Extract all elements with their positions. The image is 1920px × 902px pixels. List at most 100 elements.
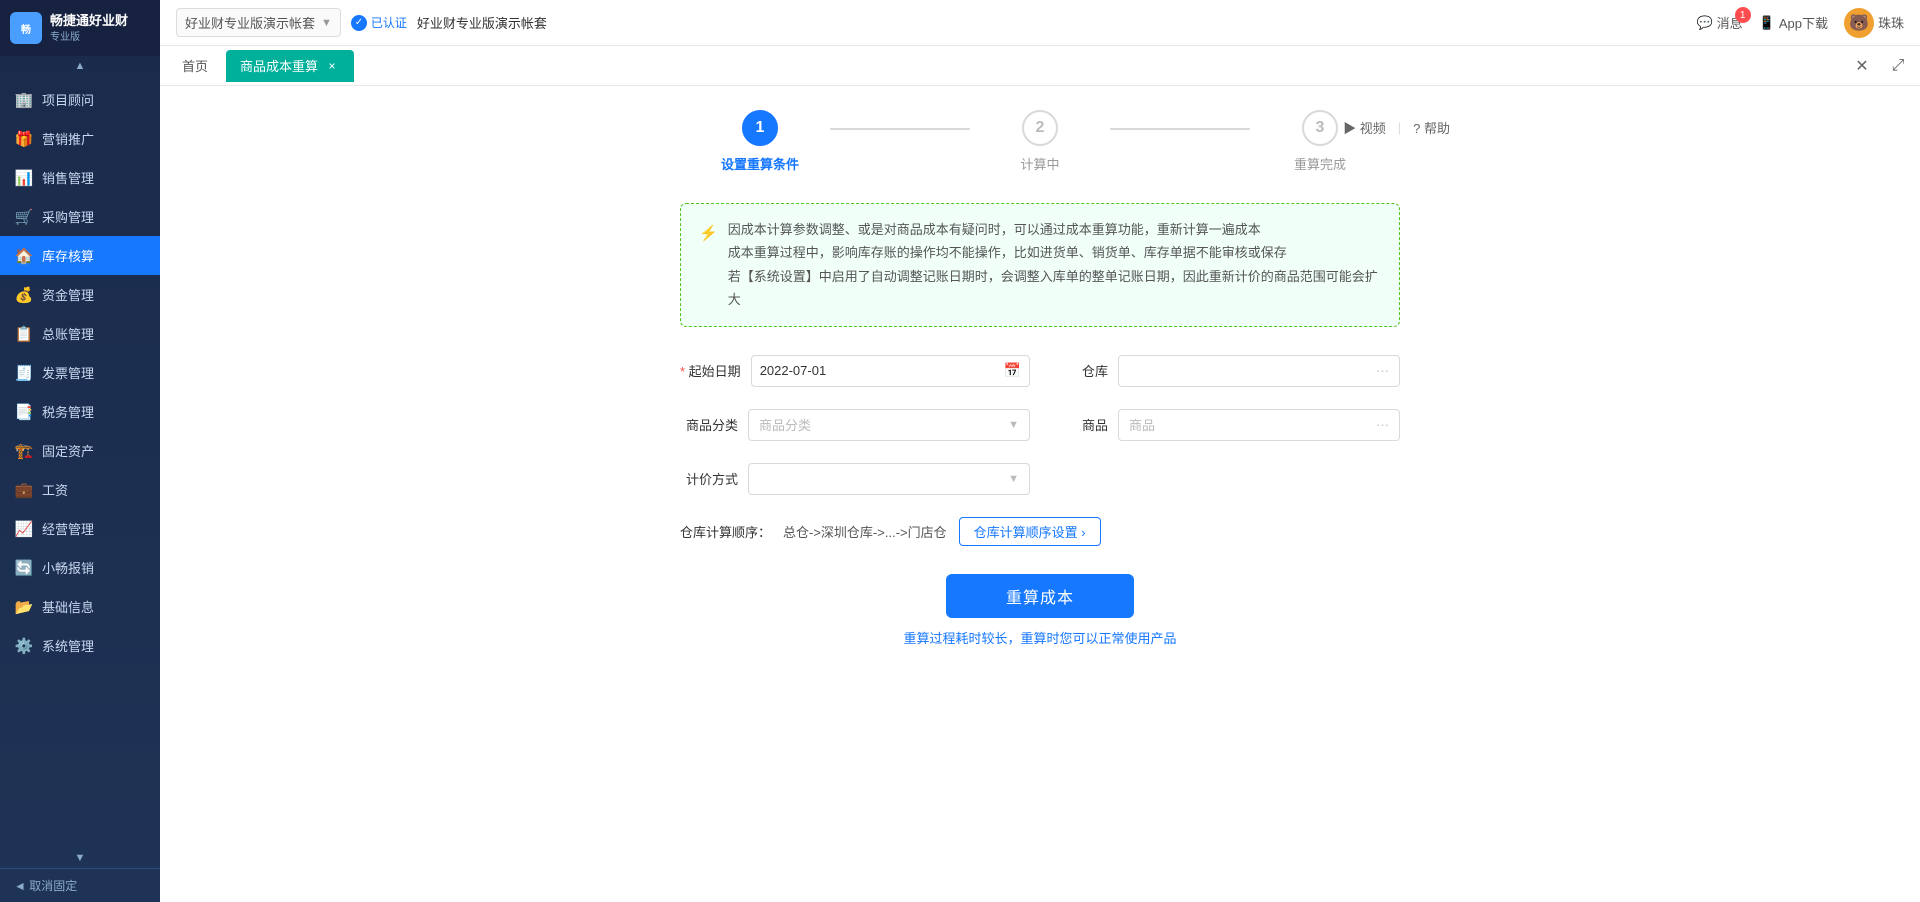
marketing-icon: 🎁 — [14, 130, 34, 148]
inventory-icon: 🏠 — [14, 247, 34, 265]
warehouse-select[interactable]: ··· — [1118, 355, 1400, 387]
notice-box: ⚡ 因成本计算参数调整、或是对商品成本有疑问时，可以通过成本重算功能，重新计算一… — [680, 203, 1400, 327]
page-content: 1 设置重算条件 2 计算中 3 重算完成 — [160, 86, 1920, 902]
form-area: 起始日期 📅 仓库 ··· 商品分类 — [680, 355, 1400, 495]
sidebar-item-label: 采购管理 — [42, 207, 94, 226]
warehouse-order-label: 仓库计算顺序： — [680, 522, 771, 541]
sidebar-nav: 🏢 项目顾问 🎁 营销推广 📊 销售管理 🛒 采购管理 🏠 库存核算 💰 资金管… — [0, 76, 160, 848]
expand-window-button[interactable]: ⤢ — [1884, 52, 1912, 80]
verified-account-name: 好业财专业版演示帐套 — [417, 13, 547, 32]
tab-close-button[interactable]: × — [324, 58, 340, 74]
goods-label: 商品 — [1050, 415, 1108, 434]
start-date-input-wrapper[interactable]: 📅 — [751, 355, 1030, 387]
phone-icon: 📱 — [1759, 15, 1775, 31]
warehouse-order-settings-button[interactable]: 仓库计算顺序设置 › — [959, 517, 1101, 546]
sidebar-item-assets[interactable]: 🏗️ 固定资产 — [0, 431, 160, 470]
sidebar-item-project[interactable]: 🏢 项目顾问 — [0, 80, 160, 119]
start-date-input[interactable] — [752, 355, 996, 387]
sidebar-item-tax[interactable]: 📑 税务管理 — [0, 392, 160, 431]
form-group-price-method: 计价方式 ▼ — [680, 463, 1030, 495]
stepper: 1 设置重算条件 2 计算中 3 重算完成 — [690, 110, 1390, 173]
step-1-number: 1 — [756, 119, 765, 137]
close-window-button[interactable]: ✕ — [1848, 52, 1876, 80]
tab-recalc[interactable]: 商品成本重算 × — [226, 50, 354, 82]
form-group-goods: 商品 商品 ··· — [1050, 409, 1400, 441]
step-1: 1 设置重算条件 — [690, 110, 830, 173]
sidebar-item-label: 销售管理 — [42, 168, 94, 187]
sidebar-item-label: 项目顾问 — [42, 90, 94, 109]
notice-line1: 因成本计算参数调整、或是对商品成本有疑问时，可以通过成本重算功能，重新计算一遍成… — [728, 218, 1381, 241]
user-avatar-area[interactable]: 🐻 珠珠 — [1844, 8, 1904, 38]
tab-active-label: 商品成本重算 — [240, 56, 318, 75]
app-download-button[interactable]: 📱 App下载 — [1759, 13, 1828, 32]
expense-icon: 🔄 — [14, 559, 34, 577]
sidebar-item-label: 总账管理 — [42, 324, 94, 343]
form-row-1: 起始日期 📅 仓库 ··· — [680, 355, 1400, 387]
goods-placeholder: 商品 — [1129, 415, 1155, 434]
step-2: 2 计算中 — [970, 110, 1110, 173]
sidebar-scroll-up[interactable]: ▲ — [0, 56, 160, 76]
invoice-icon: 🧾 — [14, 364, 34, 382]
chevron-down-icon: ▼ — [321, 17, 332, 29]
calendar-icon[interactable]: 📅 — [996, 362, 1029, 379]
account-selector[interactable]: 好业财专业版演示帐套 ▼ — [176, 8, 341, 37]
sidebar-item-invoice[interactable]: 🧾 发票管理 — [0, 353, 160, 392]
category-select[interactable]: 商品分类 ▼ — [748, 409, 1030, 441]
message-button[interactable]: 💬 消息 1 — [1696, 13, 1742, 32]
accounting-icon: 📋 — [14, 325, 34, 343]
step-connector-1 — [830, 128, 970, 130]
topbar: 好业财专业版演示帐套 ▼ ✓ 已认证 好业财专业版演示帐套 💬 消息 1 📱 A… — [160, 0, 1920, 46]
dots-icon: ··· — [1376, 363, 1389, 378]
warehouse-order-row: 仓库计算顺序： 总仓->深圳仓库->...->门店仓 仓库计算顺序设置 › — [680, 517, 1400, 546]
dots-icon: ··· — [1376, 417, 1389, 432]
category-placeholder: 商品分类 — [759, 415, 811, 434]
step-1-circle: 1 — [742, 110, 778, 146]
form-group-start-date: 起始日期 📅 — [680, 355, 1030, 387]
basic-icon: 📂 — [14, 598, 34, 616]
recalc-hint: 重算过程耗时较长，重算时您可以正常使用产品 — [200, 628, 1880, 647]
sidebar-item-purchase[interactable]: 🛒 采购管理 — [0, 197, 160, 236]
chevron-down-icon: ▼ — [1008, 419, 1019, 431]
step-3-circle: 3 — [1302, 110, 1338, 146]
tab-home-label: 首页 — [182, 56, 208, 75]
sidebar-item-sales[interactable]: 📊 销售管理 — [0, 158, 160, 197]
sidebar-scroll-down[interactable]: ▼ — [0, 848, 160, 868]
sidebar-item-label: 基础信息 — [42, 597, 94, 616]
sidebar-unpin-button[interactable]: ◄ 取消固定 — [0, 868, 160, 902]
main-wrapper: 好业财专业版演示帐套 ▼ ✓ 已认证 好业财专业版演示帐套 💬 消息 1 📱 A… — [160, 0, 1920, 902]
warehouse-order-value: 总仓->深圳仓库->...->门店仓 — [783, 522, 947, 541]
unpin-label: ◄ 取消固定 — [14, 877, 77, 894]
step-2-circle: 2 — [1022, 110, 1058, 146]
tab-home[interactable]: 首页 — [168, 50, 222, 82]
app-logo: 畅 — [10, 12, 42, 44]
shield-icon: ✓ — [351, 15, 367, 31]
help-button[interactable]: ? 帮助 — [1413, 118, 1450, 137]
category-label: 商品分类 — [680, 415, 738, 434]
sidebar-item-expense[interactable]: 🔄 小畅报销 — [0, 548, 160, 587]
sidebar-item-finance[interactable]: 💰 资金管理 — [0, 275, 160, 314]
system-icon: ⚙️ — [14, 637, 34, 655]
sidebar-item-inventory[interactable]: 🏠 库存核算 — [0, 236, 160, 275]
form-row-2: 商品分类 商品分类 ▼ 商品 商品 ··· — [680, 409, 1400, 441]
notification-badge: 1 — [1735, 7, 1751, 23]
sidebar-item-accounting[interactable]: 📋 总账管理 — [0, 314, 160, 353]
notice-text: 因成本计算参数调整、或是对商品成本有疑问时，可以通过成本重算功能，重新计算一遍成… — [728, 218, 1381, 312]
sidebar-item-label: 固定资产 — [42, 441, 94, 460]
video-help-button[interactable]: ▶ 视频 — [1343, 118, 1386, 137]
recalc-button[interactable]: 重算成本 — [946, 574, 1134, 618]
sidebar-item-marketing[interactable]: 🎁 营销推广 — [0, 119, 160, 158]
sidebar-item-label: 营销推广 — [42, 129, 94, 148]
sidebar-item-salary[interactable]: 💼 工资 — [0, 470, 160, 509]
step-2-number: 2 — [1036, 119, 1045, 137]
price-method-select[interactable]: ▼ — [748, 463, 1030, 495]
sidebar-item-basic[interactable]: 📂 基础信息 — [0, 587, 160, 626]
step-3-label: 重算完成 — [1294, 154, 1346, 173]
app-download-label: App下载 — [1779, 13, 1828, 32]
start-date-label: 起始日期 — [680, 361, 741, 380]
sidebar-item-system[interactable]: ⚙️ 系统管理 — [0, 626, 160, 665]
sales-icon: 📊 — [14, 169, 34, 187]
sidebar-item-label: 发票管理 — [42, 363, 94, 382]
tabbar: 首页 商品成本重算 × ✕ ⤢ — [160, 46, 1920, 86]
sidebar-item-operation[interactable]: 📈 经营管理 — [0, 509, 160, 548]
goods-select[interactable]: 商品 ··· — [1118, 409, 1400, 441]
